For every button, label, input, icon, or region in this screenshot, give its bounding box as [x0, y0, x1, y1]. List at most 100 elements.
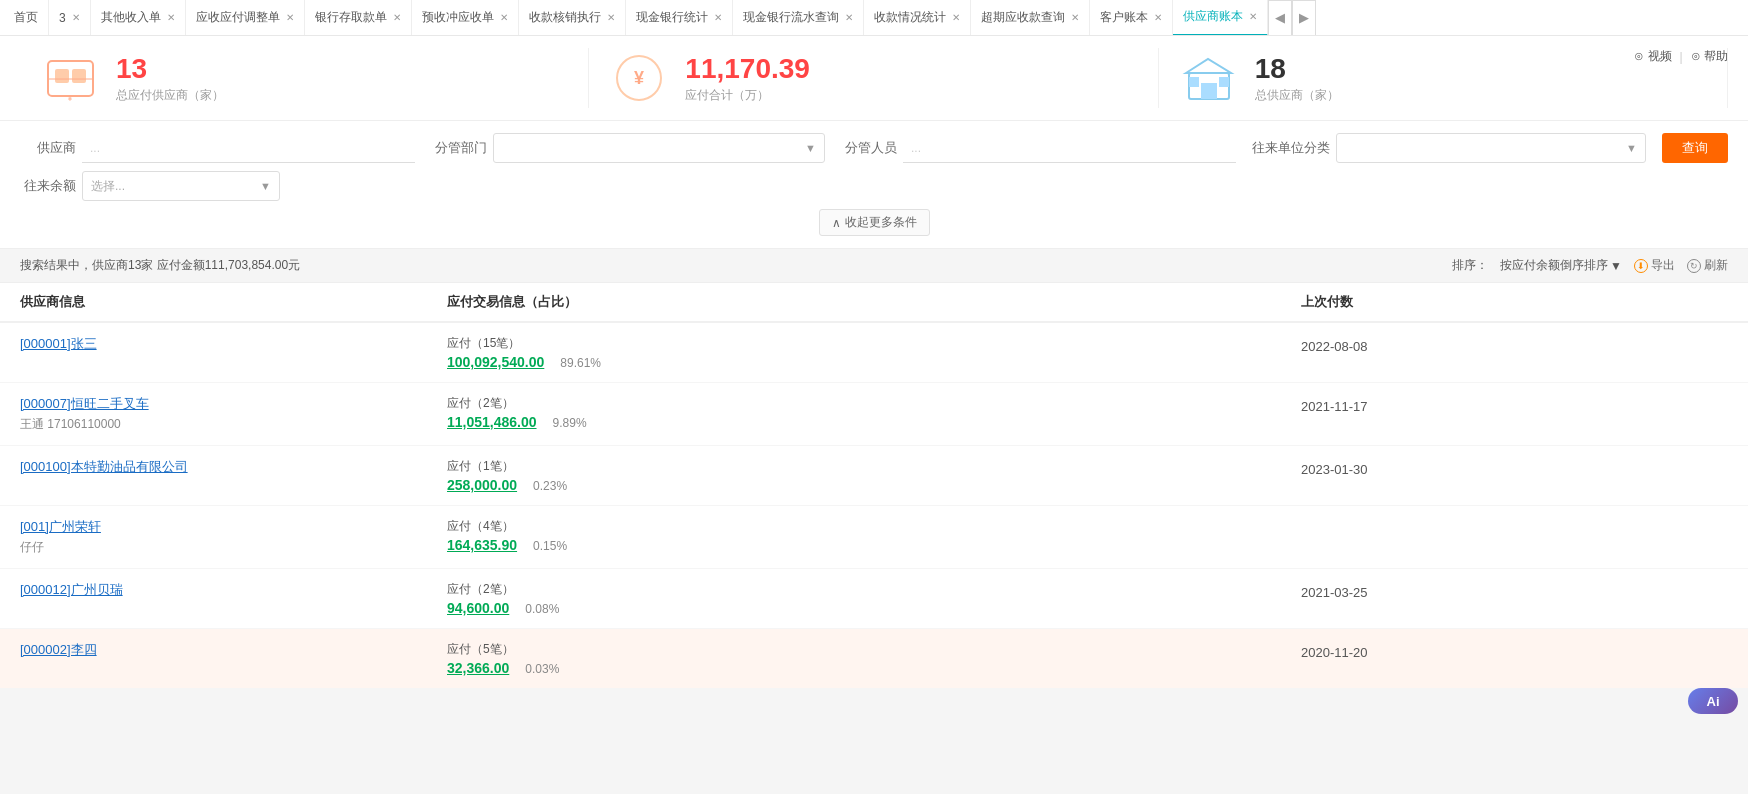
supplier-link[interactable]: [000001]张三 [20, 335, 447, 353]
table-row: [000001]张三 应付（15笔） 100,092,540.00 89.61%… [0, 323, 1748, 383]
dept-label: 分管部门 [431, 139, 487, 157]
filter-item-supplier: 供应商 [20, 133, 415, 163]
table-row: [000012]广州贝瑞 应付（2笔） 94,600.00 0.08% 2021… [0, 569, 1748, 629]
supplier-link[interactable]: [000100]本特勤油品有限公司 [20, 458, 447, 476]
summary-text-total: 18 总供应商（家） [1255, 52, 1339, 105]
chevron-down-icon: ▼ [1626, 142, 1637, 154]
nav-tab-supplier-ledger[interactable]: 供应商账本 ✕ [1173, 0, 1268, 36]
balance-select[interactable]: 选择... ▼ [82, 171, 280, 201]
nav-tab-other-income[interactable]: 其他收入单 ✕ [91, 0, 186, 36]
person-input[interactable] [903, 133, 1236, 163]
nav-tab-collection-verify[interactable]: 收款核销执行 ✕ [519, 0, 626, 36]
svg-text:¥: ¥ [66, 94, 72, 103]
close-icon[interactable]: ✕ [607, 12, 615, 23]
svg-text:¥: ¥ [634, 68, 644, 88]
nav-tab-ar-ap-adjust[interactable]: 应收应付调整单 ✕ [186, 0, 305, 36]
pay-info-cell: 应付（4笔） 164,635.90 0.15% [447, 518, 1301, 553]
pay-info-cell: 应付（5笔） 32,366.00 0.03% [447, 641, 1301, 676]
svg-marker-8 [1186, 59, 1231, 73]
nav-prev-arrow[interactable]: ◀ [1268, 0, 1292, 36]
svg-rect-10 [1189, 77, 1199, 87]
col-header-last-pay: 上次付数 [1301, 293, 1728, 311]
supplier-info-cell: [001]广州荣轩 仔仔 [20, 518, 447, 556]
nav-tab-customer-ledger[interactable]: 客户账本 ✕ [1090, 0, 1173, 36]
suppliers-icon: ¥ [40, 48, 100, 108]
nav-next-arrow[interactable]: ▶ [1292, 0, 1316, 36]
pay-info-cell: 应付（2笔） 94,600.00 0.08% [447, 581, 1301, 616]
help-link[interactable]: ⊙ 帮助 [1691, 48, 1728, 65]
summary-text-amount: 11,170.39 应付合计（万） [685, 52, 810, 105]
balance-label: 往来余额 [20, 177, 76, 195]
nav-tab-overdue-ar[interactable]: 超期应收款查询 ✕ [971, 0, 1090, 36]
search-button[interactable]: 查询 [1662, 133, 1728, 163]
supplier-info-cell: [000002]李四 [20, 641, 447, 659]
supplier-link[interactable]: [000007]恒旺二手叉车 [20, 395, 447, 413]
filter-item-balance: 往来余额 选择... ▼ [20, 171, 280, 201]
close-icon[interactable]: ✕ [286, 12, 294, 23]
supplier-link[interactable]: [000002]李四 [20, 641, 447, 659]
data-table: 供应商信息 应付交易信息（占比） 上次付数 [000001]张三 应付（15笔）… [0, 283, 1748, 689]
last-pay-date: 2023-01-30 [1301, 458, 1728, 477]
close-icon[interactable]: ✕ [1249, 11, 1257, 22]
summary-card-amount: ¥ 11,170.39 应付合计（万） [589, 48, 1158, 108]
pay-info-cell: 应付（2笔） 11,051,486.00 9.89% [447, 395, 1301, 430]
last-pay-date [1301, 518, 1728, 522]
nav-tab-cash-bank-flow[interactable]: 现金银行流水查询 ✕ [733, 0, 864, 36]
pay-amount-link[interactable]: 11,051,486.00 [447, 414, 537, 430]
supplier-input[interactable] [82, 133, 415, 163]
pay-info-cell: 应付（1笔） 258,000.00 0.23% [447, 458, 1301, 493]
close-icon[interactable]: ✕ [714, 12, 722, 23]
pay-amount-link[interactable]: 100,092,540.00 [447, 354, 544, 370]
svg-rect-1 [55, 69, 69, 83]
svg-rect-2 [72, 69, 86, 83]
pay-info-cell: 应付（15笔） 100,092,540.00 89.61% [447, 335, 1301, 370]
person-label: 分管人员 [841, 139, 897, 157]
filter-item-unit: 往来单位分类 ▼ [1252, 133, 1647, 163]
pay-amount-link[interactable]: 164,635.90 [447, 537, 517, 553]
dept-select[interactable]: ▼ [493, 133, 826, 163]
nav-tab-prepay-ar[interactable]: 预收冲应收单 ✕ [412, 0, 519, 36]
supplier-info-cell: [000001]张三 [20, 335, 447, 353]
sort-button[interactable]: 按应付余额倒序排序 ▼ [1500, 257, 1622, 274]
chevron-down-icon: ▼ [805, 142, 816, 154]
unit-select[interactable]: ▼ [1336, 133, 1647, 163]
table-row: [000002]李四 应付（5笔） 32,366.00 0.03% 2020-1… [0, 629, 1748, 689]
amount-icon: ¥ [609, 48, 669, 108]
close-icon[interactable]: ✕ [500, 12, 508, 23]
pay-amount-link[interactable]: 94,600.00 [447, 600, 509, 616]
refresh-button[interactable]: ↻ 刷新 [1687, 257, 1728, 274]
close-icon[interactable]: ✕ [952, 12, 960, 23]
supplier-link[interactable]: [000012]广州贝瑞 [20, 581, 447, 599]
last-pay-date: 2021-03-25 [1301, 581, 1728, 600]
nav-tab-collection-stat[interactable]: 收款情况统计 ✕ [864, 0, 971, 36]
col-header-supplier: 供应商信息 [20, 293, 447, 311]
filter-item-dept: 分管部门 ▼ [431, 133, 826, 163]
help-links: ⊙ 视频 | ⊙ 帮助 [1634, 48, 1728, 65]
close-icon[interactable]: ✕ [1071, 12, 1079, 23]
supplier-info-cell: [000100]本特勤油品有限公司 [20, 458, 447, 476]
close-icon[interactable]: ✕ [72, 12, 80, 23]
nav-tab-bank-deposit[interactable]: 银行存取款单 ✕ [305, 0, 412, 36]
close-icon[interactable]: ✕ [1154, 12, 1162, 23]
export-button[interactable]: ⬇ 导出 [1634, 257, 1675, 274]
table-row: [000100]本特勤油品有限公司 应付（1笔） 258,000.00 0.23… [0, 446, 1748, 506]
chevron-down-icon: ▼ [260, 180, 271, 192]
close-icon[interactable]: ✕ [167, 12, 175, 23]
collapse-button[interactable]: ∧ 收起更多条件 [819, 209, 930, 236]
video-link[interactable]: ⊙ 视频 [1634, 48, 1671, 65]
pay-amount-link[interactable]: 32,366.00 [447, 660, 509, 676]
close-icon[interactable]: ✕ [393, 12, 401, 23]
filter-row-1: 供应商 分管部门 ▼ 分管人员 往来单位分类 ▼ 查询 [20, 133, 1728, 163]
supplier-label: 供应商 [20, 139, 76, 157]
summary-bar: ¥ 13 总应付供应商（家） ¥ 11,170.39 应付合计（万） [0, 36, 1748, 121]
nav-tab-cash-bank-stat[interactable]: 现金银行统计 ✕ [626, 0, 733, 36]
close-icon[interactable]: ✕ [845, 12, 853, 23]
supplier-link[interactable]: [001]广州荣轩 [20, 518, 447, 536]
nav-tab-3[interactable]: 3 ✕ [49, 0, 91, 36]
pay-amount-link[interactable]: 258,000.00 [447, 477, 517, 493]
nav-tab-home[interactable]: 首页 [4, 0, 49, 36]
chevron-down-icon: ▼ [1610, 259, 1622, 273]
last-pay-date: 2020-11-20 [1301, 641, 1728, 660]
summary-text-payable: 13 总应付供应商（家） [116, 52, 224, 105]
result-actions: 排序： 按应付余额倒序排序 ▼ ⬇ 导出 ↻ 刷新 [1452, 257, 1728, 274]
